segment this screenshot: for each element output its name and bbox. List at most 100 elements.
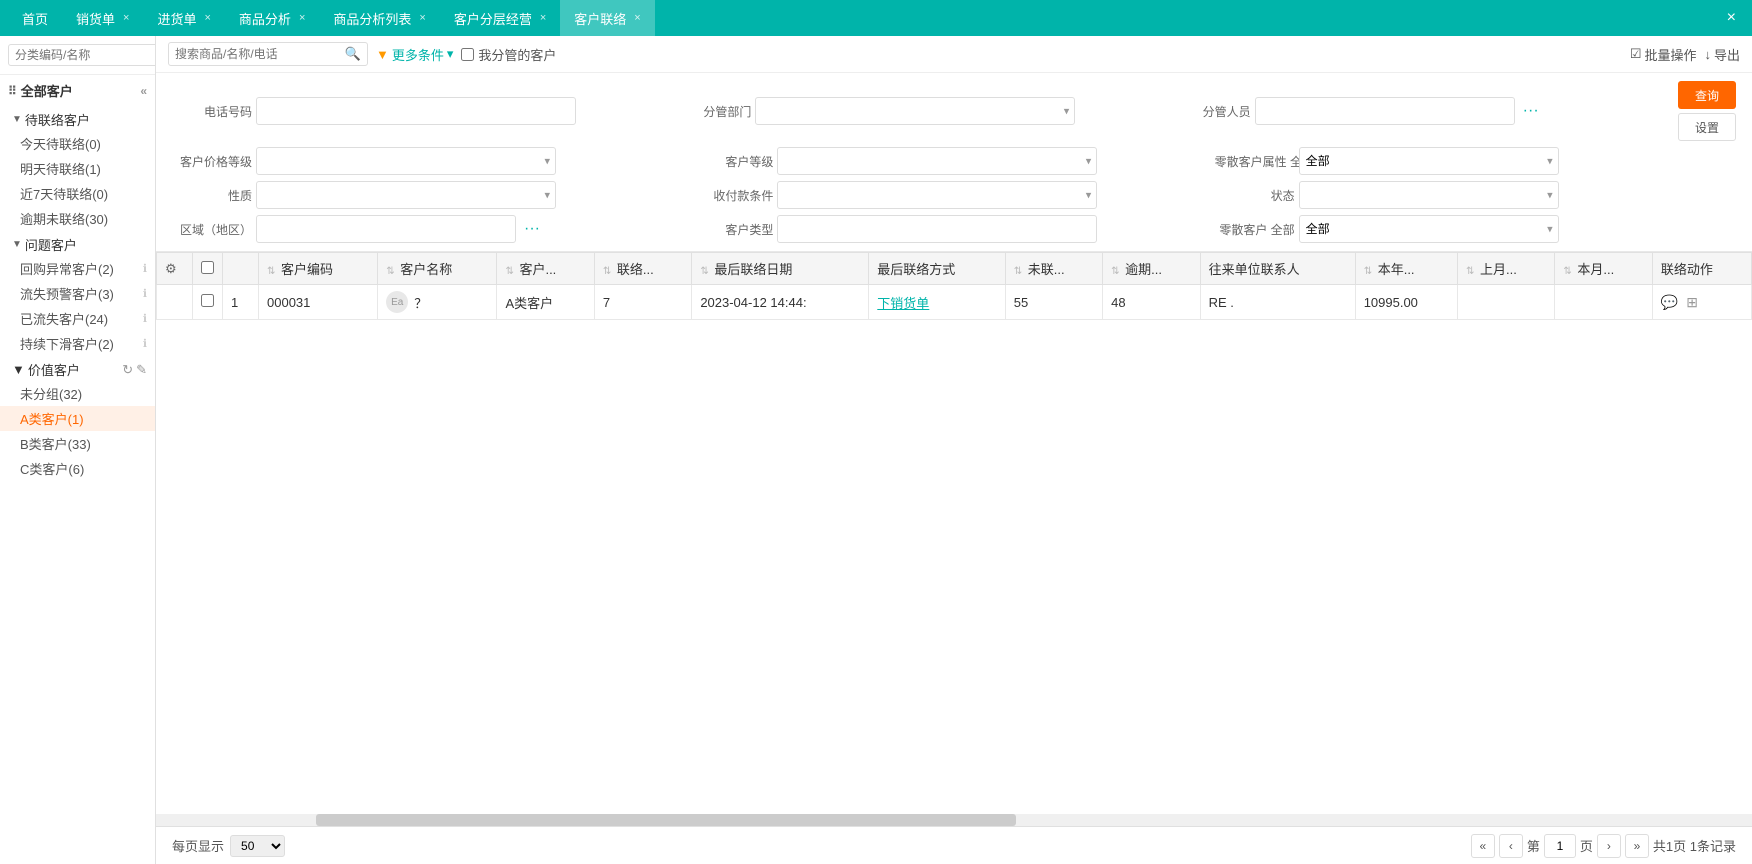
row-checkbox[interactable]	[201, 294, 214, 307]
col-checkbox[interactable]	[193, 253, 223, 285]
sidebar-section-value[interactable]: ▼ 价值客户 ↻ ✎	[0, 356, 155, 381]
col-seq	[223, 253, 259, 285]
search-input[interactable]	[175, 47, 341, 61]
nav-tab-purchase-close[interactable]: ×	[204, 12, 210, 24]
qrcode-icon[interactable]: ⊞	[1686, 294, 1698, 311]
sidebar-item-churn-warning[interactable]: 流失预警客户(3) ℹ	[0, 281, 155, 306]
col-overdue[interactable]: ⇅ 逾期...	[1103, 253, 1200, 285]
nav-tab-customer-contact[interactable]: 客户联络 ×	[560, 0, 654, 36]
nav-tab-analysis-list[interactable]: 商品分析列表 ×	[319, 0, 439, 36]
nav-home[interactable]: 首页	[8, 0, 62, 36]
col-last-date[interactable]: ⇅ 最后联络日期	[692, 253, 869, 285]
status-select[interactable]	[1299, 181, 1559, 209]
manager-more-btn[interactable]: ···	[1519, 102, 1543, 120]
col-contact[interactable]: ⇅ 联络...	[594, 253, 691, 285]
chat-icon[interactable]: 💬	[1661, 294, 1678, 311]
retail-attr-select[interactable]: 全部	[1299, 147, 1559, 175]
nav-tab-customer-tier-close[interactable]: ×	[540, 12, 546, 24]
price-grade-select[interactable]	[256, 147, 556, 175]
sidebar-item-churned[interactable]: 已流失客户(24) ℹ	[0, 306, 155, 331]
select-all-checkbox[interactable]	[201, 261, 214, 274]
sidebar-item-ungrouped[interactable]: 未分组(32)	[0, 381, 155, 406]
sidebar-item-week[interactable]: 近7天待联络(0)	[0, 181, 155, 206]
col-code[interactable]: ⇅ 客户编码	[259, 253, 378, 285]
dept-label: 分管部门	[671, 103, 751, 120]
next-page-button[interactable]: ›	[1597, 834, 1621, 858]
nav-tab-customer-tier[interactable]: 客户分层经营 ×	[440, 0, 560, 36]
my-customer-checkbox-area[interactable]: 我分管的客户	[461, 45, 556, 64]
sidebar-item-overdue[interactable]: 逾期未联络(30)	[0, 206, 155, 231]
sidebar-collapse-button[interactable]: «	[140, 84, 147, 98]
refresh-icon[interactable]: ↻	[122, 362, 133, 378]
retail-customer-select[interactable]: 全部	[1299, 215, 1559, 243]
my-customer-checkbox[interactable]	[461, 48, 474, 61]
window-close-button[interactable]: ×	[1719, 9, 1744, 27]
row-checkbox-cell[interactable]	[193, 285, 223, 320]
sidebar-item-tomorrow[interactable]: 明天待联络(1)	[0, 156, 155, 181]
last-page-button[interactable]: »	[1625, 834, 1649, 858]
nav-tab-sales[interactable]: 销货单 ×	[62, 0, 143, 36]
filter-retail-customer: 零散客户 全部 全部	[1215, 215, 1736, 243]
col-type[interactable]: ⇅ 客户...	[497, 253, 594, 285]
batch-op-icon: ☑	[1630, 46, 1642, 62]
edit-icon[interactable]: ✎	[136, 362, 147, 378]
content-area: 🔍 ▼ 更多条件 ▾ 我分管的客户 ☑ 批量操作 ↓ 导出	[156, 36, 1752, 864]
export-button[interactable]: ↓ 导出	[1704, 45, 1740, 64]
query-button[interactable]: 查询	[1678, 81, 1736, 109]
manager-input[interactable]	[1255, 97, 1515, 125]
sidebar-search-input[interactable]	[8, 44, 156, 66]
page-number-input[interactable]	[1544, 834, 1576, 858]
col-settings[interactable]: ⚙	[157, 253, 193, 285]
payment-select[interactable]	[777, 181, 1097, 209]
col-no-contact[interactable]: ⇅ 未联...	[1005, 253, 1102, 285]
col-name[interactable]: ⇅ 客户名称	[378, 253, 497, 285]
nav-tab-purchase[interactable]: 进货单 ×	[143, 0, 224, 36]
search-icon[interactable]: 🔍	[345, 46, 361, 62]
sidebar-section-pending[interactable]: ▼ 待联络客户	[0, 106, 155, 131]
sidebar-item-class-c[interactable]: C类客户(6)	[0, 456, 155, 481]
sidebar-all-customers[interactable]: ⠿ 全部客户 «	[0, 75, 155, 106]
nav-tab-analysis[interactable]: 商品分析 ×	[225, 0, 319, 36]
region-more-btn[interactable]: ···	[520, 220, 544, 238]
horizontal-scrollbar[interactable]	[156, 814, 1752, 826]
col-this-year[interactable]: ⇅ 本年...	[1355, 253, 1457, 285]
batch-op-button[interactable]: ☑ 批量操作	[1630, 45, 1697, 64]
col-last-method[interactable]: 最后联络方式	[869, 253, 1005, 285]
col-this-month[interactable]: ⇅ 本月...	[1555, 253, 1652, 285]
col-action: 联络动作	[1652, 253, 1751, 285]
customer-grade-select[interactable]	[777, 147, 1097, 175]
prev-page-button[interactable]: ‹	[1499, 834, 1523, 858]
sidebar-item-class-b[interactable]: B类客户(33)	[0, 431, 155, 456]
setting-button[interactable]: 设置	[1678, 113, 1736, 141]
col-last-month[interactable]: ⇅ 上月...	[1457, 253, 1554, 285]
sidebar-item-today[interactable]: 今天待联络(0)	[0, 131, 155, 156]
nav-tab-analysis-list-close[interactable]: ×	[419, 12, 425, 24]
col-company-contact[interactable]: 往来单位联系人	[1200, 253, 1355, 285]
chevron-down-icon: ▾	[447, 46, 454, 62]
customer-type-input[interactable]	[777, 215, 1097, 243]
problem-arrow: ▼	[12, 239, 22, 250]
settings-icon[interactable]: ⚙	[165, 261, 177, 276]
batch-op-label: 批量操作	[1644, 45, 1696, 64]
sidebar-item-repurchase-abnormal[interactable]: 回购异常客户(2) ℹ	[0, 256, 155, 281]
page-size-select[interactable]: 50 100 200	[230, 835, 285, 857]
row-name-cell[interactable]: Ea ？	[378, 285, 497, 320]
row-settings-cell	[157, 285, 193, 320]
sidebar-item-declining[interactable]: 持续下滑客户(2) ℹ	[0, 331, 155, 356]
last-method-link[interactable]: 下销货单	[877, 296, 929, 311]
sidebar-section-problem[interactable]: ▼ 问题客户	[0, 231, 155, 256]
nav-tab-sales-close[interactable]: ×	[123, 12, 129, 24]
col-this-month-label: 本月...	[1577, 262, 1614, 277]
first-page-button[interactable]: «	[1471, 834, 1495, 858]
scrollbar-thumb[interactable]	[316, 814, 1016, 826]
more-filter-button[interactable]: ▼ 更多条件 ▾	[376, 45, 453, 64]
nav-tab-customer-contact-close[interactable]: ×	[634, 12, 640, 24]
nav-tab-analysis-close[interactable]: ×	[299, 12, 305, 24]
class-a-label: A类客户(1)	[20, 409, 84, 428]
sidebar-item-class-a[interactable]: A类客户(1)	[0, 406, 155, 431]
nature-select[interactable]	[256, 181, 556, 209]
dept-select[interactable]	[755, 97, 1075, 125]
region-input[interactable]	[256, 215, 516, 243]
phone-input[interactable]	[256, 97, 576, 125]
row-last-method-cell[interactable]: 下销货单	[869, 285, 1005, 320]
